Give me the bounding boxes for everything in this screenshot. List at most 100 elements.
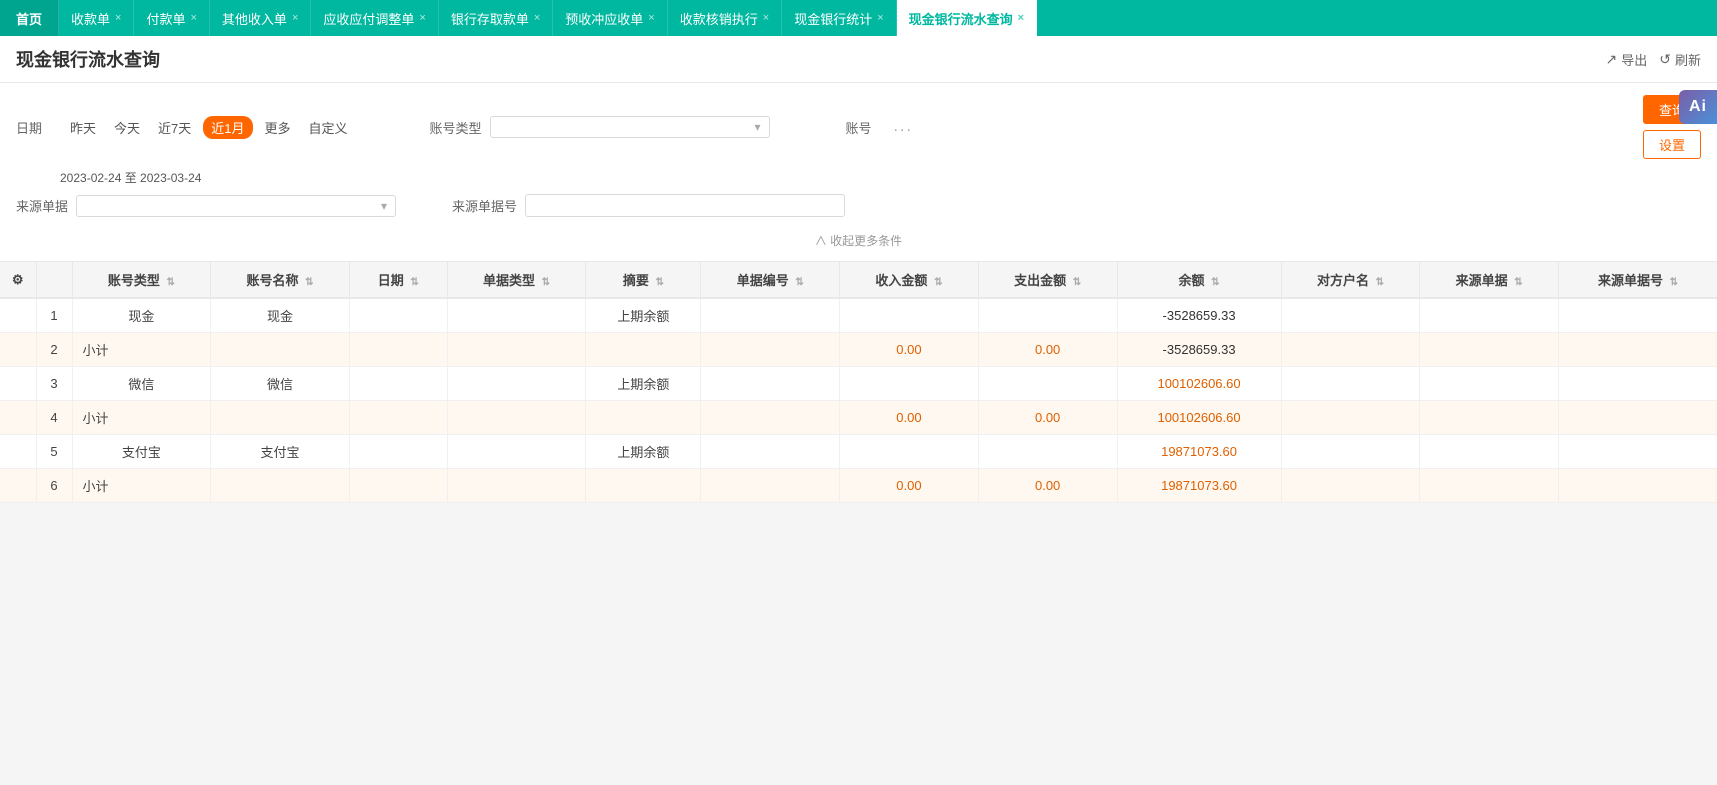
source-doc-label: 来源单据 bbox=[16, 196, 68, 215]
th-summary[interactable]: 摘要 ⇅ bbox=[586, 262, 701, 298]
table-cell: 上期余额 bbox=[586, 367, 701, 401]
table-cell: -3528659.33 bbox=[1117, 333, 1281, 367]
table-cell: 3 bbox=[36, 367, 72, 401]
filter-source-doc: 来源单据 ▾ bbox=[16, 195, 396, 217]
th-doc-no[interactable]: 单据编号 ⇅ bbox=[701, 262, 840, 298]
source-doc-no-input[interactable] bbox=[525, 194, 845, 217]
nav-tab-cash-stats[interactable]: 现金银行统计 × bbox=[782, 0, 896, 36]
close-icon[interactable]: × bbox=[877, 12, 883, 24]
close-icon[interactable]: × bbox=[419, 12, 425, 24]
table-cell bbox=[701, 298, 840, 333]
date-opt-7days[interactable]: 近7天 bbox=[152, 116, 197, 139]
table-cell: 小计 bbox=[72, 333, 211, 367]
th-counterparty[interactable]: 对方户名 ⇅ bbox=[1281, 262, 1420, 298]
sort-icon: ⇅ bbox=[1670, 277, 1678, 288]
collapse-bar[interactable]: ∧ 收起更多条件 bbox=[16, 227, 1701, 249]
table-cell: 支付宝 bbox=[72, 435, 211, 469]
nav-tab-other-income[interactable]: 其他收入单 × bbox=[210, 0, 311, 36]
date-range-display: 2023-02-24 至 2023-03-24 bbox=[56, 169, 1701, 186]
table-cell bbox=[349, 469, 447, 503]
table-row: 6小计0.000.0019871073.60 bbox=[0, 469, 1717, 503]
table-cell: 2 bbox=[36, 333, 72, 367]
nav-tab-cash-flow[interactable]: 现金银行流水查询 × bbox=[897, 0, 1037, 36]
sort-icon: ⇅ bbox=[1073, 277, 1081, 288]
table-cell bbox=[211, 333, 350, 367]
sort-icon: ⇅ bbox=[410, 277, 418, 288]
th-account-name[interactable]: 账号名称 ⇅ bbox=[211, 262, 350, 298]
nav-tab-bank-deposit[interactable]: 银行存取款单 × bbox=[439, 0, 553, 36]
date-opt-today[interactable]: 今天 bbox=[108, 116, 146, 139]
table-row: 1现金现金上期余额-3528659.33 bbox=[0, 298, 1717, 333]
table-cell bbox=[1420, 469, 1559, 503]
nav-home[interactable]: 首页 bbox=[0, 0, 59, 36]
close-icon[interactable]: × bbox=[648, 12, 654, 24]
nav-tab-prepay[interactable]: 预收冲应收单 × bbox=[553, 0, 667, 36]
sort-icon: ⇅ bbox=[542, 277, 550, 288]
table-cell bbox=[0, 435, 36, 469]
close-icon[interactable]: × bbox=[190, 12, 196, 24]
table-cell bbox=[1559, 367, 1717, 401]
table-cell: 小计 bbox=[72, 469, 211, 503]
account-dots[interactable]: ... bbox=[894, 118, 913, 136]
nav-tab-payments[interactable]: 付款单 × bbox=[134, 0, 209, 36]
th-date[interactable]: 日期 ⇅ bbox=[349, 262, 447, 298]
table-cell bbox=[1281, 401, 1420, 435]
table-cell bbox=[1559, 435, 1717, 469]
table-cell bbox=[447, 298, 586, 333]
th-income[interactable]: 收入金额 ⇅ bbox=[840, 262, 979, 298]
date-opt-1month[interactable]: 近1月 bbox=[203, 116, 252, 139]
nav-tab-ar-ap-adjust[interactable]: 应收应付调整单 × bbox=[311, 0, 438, 36]
nav-tab-receipt-verify[interactable]: 收款核销执行 × bbox=[668, 0, 782, 36]
table-row: 2小计0.000.00-3528659.33 bbox=[0, 333, 1717, 367]
table-cell bbox=[349, 401, 447, 435]
table-cell: 100102606.60 bbox=[1117, 367, 1281, 401]
settings-button[interactable]: 设置 bbox=[1643, 130, 1701, 159]
th-source-doc[interactable]: 来源单据 ⇅ bbox=[1420, 262, 1559, 298]
table-cell: 0.00 bbox=[840, 469, 979, 503]
table-wrapper: ⚙ 账号类型 ⇅ 账号名称 ⇅ 日期 ⇅ 单据类型 ⇅ bbox=[0, 262, 1717, 503]
account-type-select[interactable]: ▾ bbox=[490, 116, 770, 138]
table-cell bbox=[1420, 401, 1559, 435]
source-doc-select[interactable]: ▾ bbox=[76, 195, 396, 217]
date-opt-yesterday[interactable]: 昨天 bbox=[64, 116, 102, 139]
table-cell: 0.00 bbox=[840, 333, 979, 367]
refresh-button[interactable]: ↺ 刷新 bbox=[1659, 50, 1701, 69]
th-doc-type[interactable]: 单据类型 ⇅ bbox=[447, 262, 586, 298]
th-gear[interactable]: ⚙ bbox=[0, 262, 36, 298]
filter-date: 日期 昨天 今天 近7天 近1月 更多 自定义 bbox=[16, 116, 354, 139]
close-icon[interactable]: × bbox=[534, 12, 540, 24]
table-cell: 0.00 bbox=[840, 401, 979, 435]
export-button[interactable]: ↗ 导出 bbox=[1606, 50, 1648, 69]
close-icon[interactable]: × bbox=[115, 12, 121, 24]
date-opt-custom[interactable]: 自定义 bbox=[303, 116, 354, 139]
table-cell bbox=[978, 298, 1117, 333]
chevron-down-icon: ▾ bbox=[755, 120, 761, 134]
table-cell bbox=[1281, 298, 1420, 333]
refresh-icon: ↺ bbox=[1659, 51, 1671, 68]
ai-badge[interactable]: Ai bbox=[1679, 90, 1717, 124]
table-cell bbox=[1559, 401, 1717, 435]
table-cell bbox=[447, 333, 586, 367]
table-cell bbox=[840, 298, 979, 333]
close-icon[interactable]: × bbox=[1018, 12, 1024, 24]
table-cell bbox=[349, 298, 447, 333]
table-body: 1现金现金上期余额-3528659.332小计0.000.00-3528659.… bbox=[0, 298, 1717, 503]
table-cell: -3528659.33 bbox=[1117, 298, 1281, 333]
table-cell bbox=[840, 435, 979, 469]
table-cell bbox=[586, 469, 701, 503]
table-cell: 现金 bbox=[72, 298, 211, 333]
table-cell: 19871073.60 bbox=[1117, 469, 1281, 503]
close-icon[interactable]: × bbox=[763, 12, 769, 24]
table-cell: 微信 bbox=[211, 367, 350, 401]
sort-icon: ⇅ bbox=[655, 277, 663, 288]
th-account-type[interactable]: 账号类型 ⇅ bbox=[72, 262, 211, 298]
table-cell bbox=[1420, 435, 1559, 469]
sort-icon: ⇅ bbox=[1514, 277, 1522, 288]
th-expense[interactable]: 支出金额 ⇅ bbox=[978, 262, 1117, 298]
date-opt-more[interactable]: 更多 bbox=[259, 116, 297, 139]
sort-icon: ⇅ bbox=[934, 277, 942, 288]
th-source-doc-no[interactable]: 来源单据号 ⇅ bbox=[1559, 262, 1717, 298]
th-balance[interactable]: 余额 ⇅ bbox=[1117, 262, 1281, 298]
close-icon[interactable]: × bbox=[292, 12, 298, 24]
nav-tab-receipts[interactable]: 收款单 × bbox=[59, 0, 134, 36]
